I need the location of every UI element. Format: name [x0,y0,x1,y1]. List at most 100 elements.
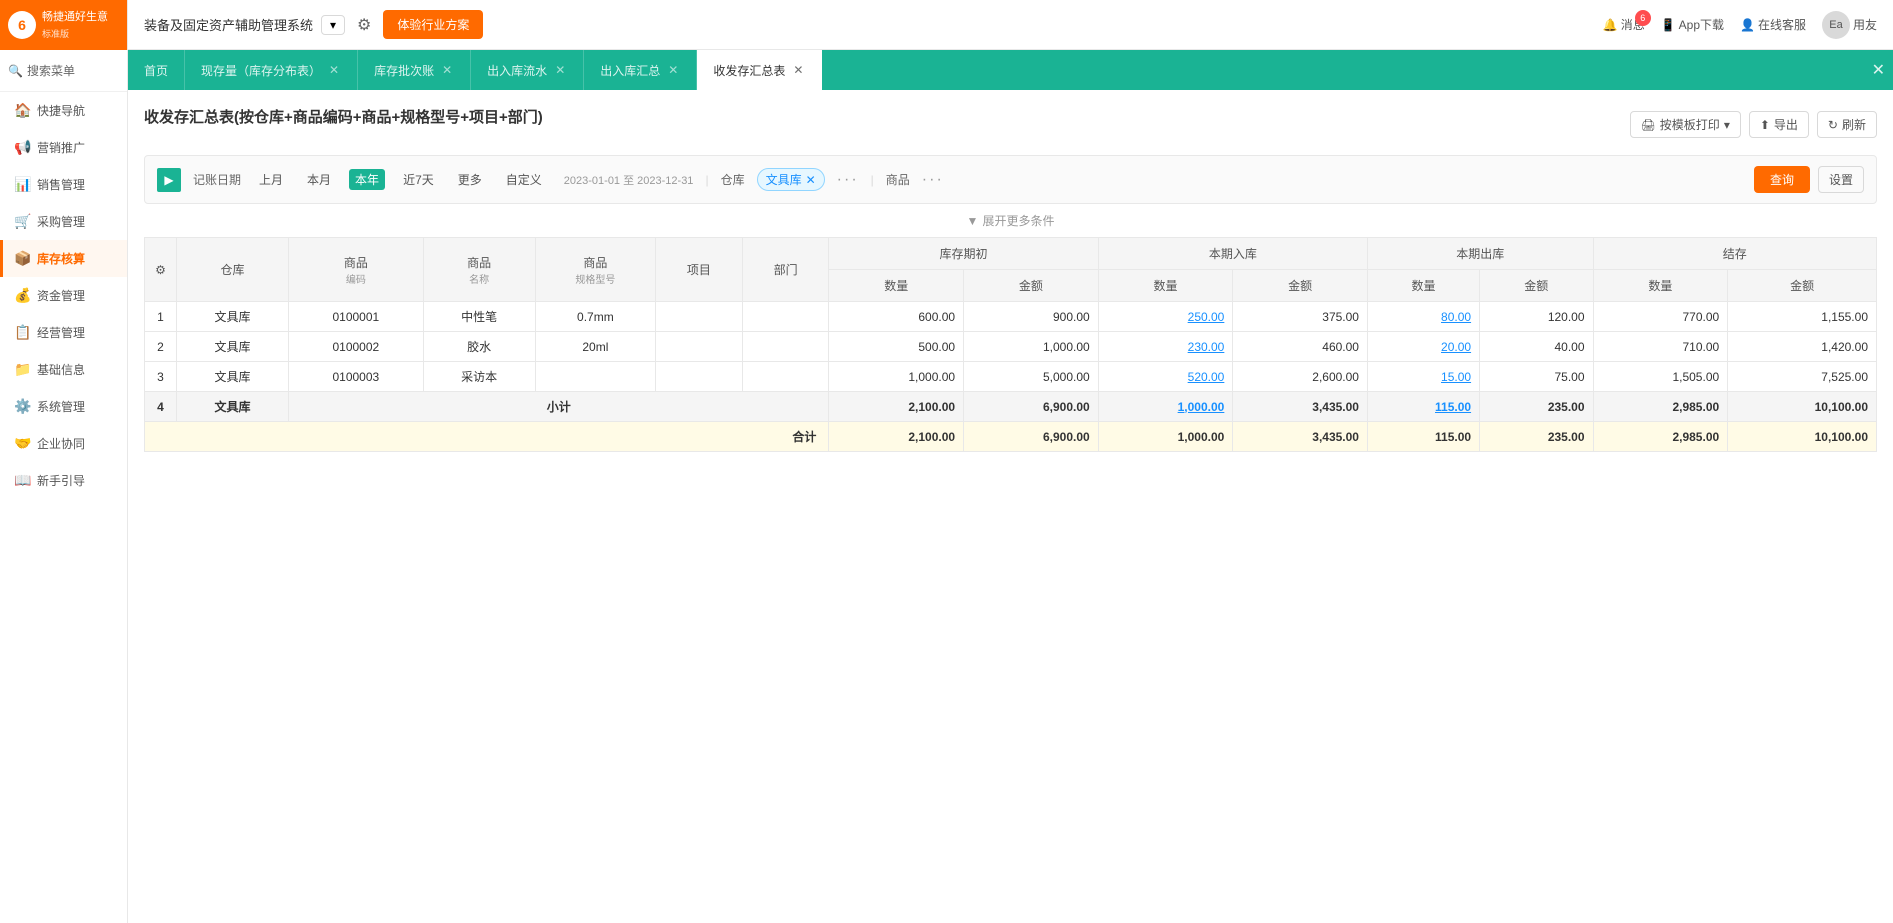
sidebar-item-sales[interactable]: 📊 销售管理 [0,166,127,203]
sidebar-item-guide[interactable]: 📖 新手引导 [0,462,127,499]
refresh-button[interactable]: ↻ 刷新 [1817,111,1877,138]
tab-label: 首页 [144,62,168,79]
col-opening-qty: 数量 [829,270,964,302]
col-in-qty: 数量 [1098,270,1233,302]
row-in-qty[interactable]: 250.00 [1098,302,1233,332]
sidebar-item-operations[interactable]: 📋 经营管理 [0,314,127,351]
row-opening-amt: 900.00 [964,302,1099,332]
row-in-qty[interactable]: 520.00 [1098,362,1233,392]
total-in-qty: 1,000.00 [1098,422,1233,452]
online-support-button[interactable]: 👤 在线客服 [1740,16,1806,33]
sidebar-item-inventory[interactable]: 📦 库存核算 [0,240,127,277]
printer-icon: 🖨 [1641,118,1656,132]
sidebar-item-enterprise[interactable]: 🤝 企业协同 [0,425,127,462]
tab-label: 现存量（库存分布表） [201,62,321,79]
row-warehouse: 文具库 [177,362,289,392]
marketing-icon: 📢 [15,140,31,156]
app-download-button[interactable]: 📱 App下载 [1661,16,1724,33]
tab-close-button[interactable]: ✕ [327,63,341,77]
sidebar-item-system[interactable]: ⚙️ 系统管理 [0,388,127,425]
trial-button[interactable]: 体验行业方案 [383,10,483,39]
system-icon: ⚙️ [15,399,31,415]
row-in-amt: 375.00 [1233,302,1368,332]
app-subtitle: 标准版 [42,27,108,40]
filter-toggle-button[interactable]: ▶ [157,168,181,192]
subtotal-closing-amt: 10,100.00 [1728,392,1877,422]
subtotal-in-qty[interactable]: 1,000.00 [1098,392,1233,422]
tab-close-button[interactable]: ✕ [666,63,680,77]
row-opening-qty: 500.00 [829,332,964,362]
tab-close-button[interactable]: ✕ [791,63,805,77]
date-this-month-button[interactable]: 本月 [301,169,337,190]
col-header-department: 部门 [742,238,829,302]
user-initial: Ea [1829,19,1842,31]
col-group-out: 本期出库 [1367,238,1593,270]
refresh-icon: ↻ [1828,118,1838,132]
row-closing-qty: 1,505.00 [1593,362,1728,392]
warehouse-tag-remove-button[interactable]: ✕ [806,174,816,186]
main-area: 装备及固定资产辅助管理系统 ▾ ⚙ 体验行业方案 🔔 消息 6 📱 App下载 … [128,0,1893,923]
tab-stock-distribution[interactable]: 现存量（库存分布表） ✕ [185,50,358,90]
messages-button[interactable]: 🔔 消息 6 [1603,16,1645,33]
tab-home[interactable]: 首页 [128,50,185,90]
row-department [742,302,829,332]
tab-summary[interactable]: 出入库汇总 ✕ [584,50,697,90]
sidebar-item-purchase[interactable]: 🛒 采购管理 [0,203,127,240]
support-icon: 👤 [1740,18,1755,32]
enterprise-icon: 🤝 [15,436,31,452]
row-out-qty[interactable]: 20.00 [1367,332,1479,362]
sidebar-item-basic-info[interactable]: 📁 基础信息 [0,351,127,388]
tabbar: 首页 现存量（库存分布表） ✕ 库存批次账 ✕ 出入库流水 ✕ 出入库汇总 ✕ … [128,50,1893,90]
tab-collection-summary[interactable]: 收发存汇总表 ✕ [697,50,822,90]
date-this-year-button[interactable]: 本年 [349,169,385,190]
settings-gear-button[interactable]: ⚙ [353,11,375,39]
export-button[interactable]: ⬆ 导出 [1749,111,1809,138]
goods-more-button[interactable]: ··· [922,171,944,189]
tab-label: 出入库流水 [487,62,547,79]
sidebar-item-label: 新手引导 [37,472,85,489]
row-out-amt: 75.00 [1480,362,1593,392]
expand-more-row: ▼ 展开更多条件 [144,212,1877,229]
tab-close-button[interactable]: ✕ [553,63,567,77]
expand-conditions-button[interactable]: ▼ 展开更多条件 [967,212,1055,229]
warehouse-more-button[interactable]: ··· [837,171,859,189]
col-in-amt: 金额 [1233,270,1368,302]
query-button[interactable]: 查询 [1754,166,1810,193]
system-dropdown[interactable]: ▾ [321,15,345,35]
date-more-button[interactable]: 更多 [452,169,488,190]
sidebar-item-label: 销售管理 [37,176,85,193]
row-goods-spec [535,362,655,392]
sidebar-item-assets[interactable]: 💰 资金管理 [0,277,127,314]
total-in-amt: 3,435.00 [1233,422,1368,452]
print-button[interactable]: 🖨 按模板打印 ▾ [1630,111,1741,138]
sidebar-item-marketing[interactable]: 📢 营销推广 [0,129,127,166]
date-custom-button[interactable]: 自定义 [500,169,548,190]
date-last-month-button[interactable]: 上月 [253,169,289,190]
table-row: 3 文具库 0100003 采访本 1,000.00 5,000.00 520.… [145,362,1877,392]
subtotal-closing-qty: 2,985.00 [1593,392,1728,422]
row-closing-qty: 710.00 [1593,332,1728,362]
online-support-label: 在线客服 [1758,16,1806,33]
search-menu-button[interactable]: 🔍 搜索菜单 [8,58,119,83]
date-7days-button[interactable]: 近7天 [397,169,440,190]
sidebar-header: 6 畅捷通好生意 标准版 [0,0,127,50]
row-warehouse: 文具库 [177,302,289,332]
subtotal-out-qty[interactable]: 115.00 [1367,392,1479,422]
row-opening-qty: 600.00 [829,302,964,332]
sidebar-item-quick-nav[interactable]: 🏠 快捷导航 [0,92,127,129]
subtotal-opening-amt: 6,900.00 [964,392,1099,422]
close-all-tabs-button[interactable]: ✕ [1872,60,1885,80]
row-goods-code: 0100002 [289,332,424,362]
row-out-qty[interactable]: 80.00 [1367,302,1479,332]
tab-close-button[interactable]: ✕ [440,63,454,77]
row-in-qty[interactable]: 230.00 [1098,332,1233,362]
tab-batch-account[interactable]: 库存批次账 ✕ [358,50,471,90]
guide-icon: 📖 [15,473,31,489]
tab-flow[interactable]: 出入库流水 ✕ [471,50,584,90]
search-icon: 🔍 [8,64,23,78]
filter-settings-button[interactable]: 设置 [1818,166,1864,193]
column-settings-button[interactable]: ⚙ [145,238,177,302]
export-icon: ⬆ [1760,118,1770,132]
subtotal-opening-qty: 2,100.00 [829,392,964,422]
row-out-qty[interactable]: 15.00 [1367,362,1479,392]
